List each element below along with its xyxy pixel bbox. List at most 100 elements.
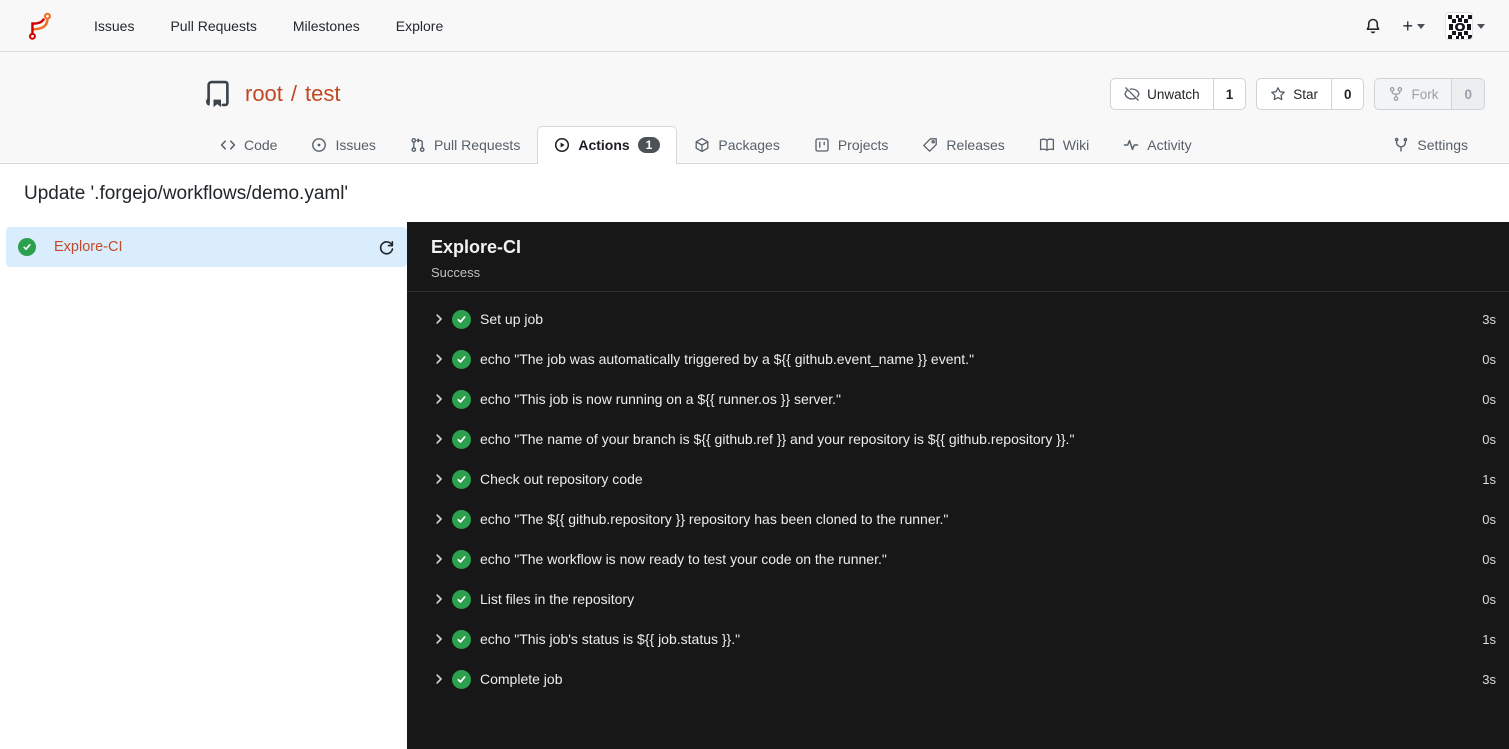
step-name: List files in the repository xyxy=(480,591,635,607)
pulse-icon xyxy=(1123,139,1139,151)
tab-label: Activity xyxy=(1147,137,1192,153)
step-row[interactable]: Complete job 3s xyxy=(407,659,1509,699)
tab-label: Releases xyxy=(946,137,1005,153)
job-item-explore-ci[interactable]: Explore-CI xyxy=(6,227,407,267)
bell-icon xyxy=(1367,18,1380,33)
repo-name-link[interactable]: test xyxy=(305,81,340,107)
chevron-right-icon xyxy=(436,514,442,524)
unwatch-button[interactable]: Unwatch 1 xyxy=(1110,78,1247,110)
nav-item-pull-requests[interactable]: Pull Requests xyxy=(156,10,270,42)
fork-button: Fork 0 xyxy=(1374,78,1485,110)
tab-wiki[interactable]: Wiki xyxy=(1022,126,1106,164)
panel-job-title: Explore-CI xyxy=(431,237,522,257)
step-row[interactable]: echo "The ${{ github.repository }} repos… xyxy=(407,499,1509,539)
success-check-icon xyxy=(452,509,471,529)
tab-code[interactable]: Code xyxy=(203,126,294,164)
chevron-right-icon xyxy=(436,434,442,444)
tab-issues[interactable]: Issues xyxy=(294,126,392,164)
step-row[interactable]: echo "The workflow is now ready to test … xyxy=(407,539,1509,579)
repo-owner-link[interactable]: root xyxy=(245,81,283,107)
tab-label: Issues xyxy=(335,137,376,153)
success-check-icon xyxy=(452,389,471,409)
tab-pull-requests[interactable]: Pull Requests xyxy=(393,126,537,164)
step-duration: 1s xyxy=(1482,631,1496,647)
step-duration: 1s xyxy=(1482,471,1496,487)
step-row[interactable]: echo "This job is now running on a ${{ r… xyxy=(407,379,1509,419)
step-name: Complete job xyxy=(480,671,563,687)
chevron-right-icon xyxy=(436,354,442,364)
success-check-icon xyxy=(452,589,471,609)
nav-item-explore[interactable]: Explore xyxy=(382,10,457,42)
repo-breadcrumb: root / test xyxy=(245,81,341,107)
star-button[interactable]: Star 0 xyxy=(1256,78,1365,110)
step-row[interactable]: echo "This job's status is ${{ job.statu… xyxy=(407,619,1509,659)
tab-settings[interactable]: Settings xyxy=(1376,126,1485,164)
watch-count[interactable]: 1 xyxy=(1212,79,1246,109)
tab-actions[interactable]: Actions 1 xyxy=(537,126,678,164)
navbar-menu: Issues Pull Requests Milestones Explore xyxy=(80,10,457,42)
forgejo-logo-icon[interactable] xyxy=(24,11,54,41)
step-row[interactable]: List files in the repository 0s xyxy=(407,579,1509,619)
success-check-icon xyxy=(452,349,471,369)
success-check-icon xyxy=(452,469,471,489)
step-row[interactable]: echo "The name of your branch is ${{ git… xyxy=(407,419,1509,459)
create-new-button[interactable]: + xyxy=(1402,17,1425,35)
step-name: echo "The workflow is now ready to test … xyxy=(480,551,887,567)
step-row[interactable]: Check out repository code 1s xyxy=(407,459,1509,499)
step-name: echo "This job is now running on a ${{ r… xyxy=(480,391,841,407)
step-duration: 0s xyxy=(1482,431,1496,447)
repo-action-buttons: Unwatch 1 Star 0 Fork 0 xyxy=(1110,78,1485,110)
tools-icon xyxy=(1395,137,1408,152)
plus-icon: + xyxy=(1402,15,1413,36)
step-name: echo "The name of your branch is ${{ git… xyxy=(480,431,1075,447)
tab-label: Settings xyxy=(1417,137,1468,153)
tab-activity[interactable]: Activity xyxy=(1106,126,1208,164)
step-duration: 3s xyxy=(1482,311,1496,327)
chevron-right-icon xyxy=(436,554,442,564)
pull-request-icon xyxy=(411,138,425,153)
fork-icon xyxy=(1390,87,1403,101)
tab-label: Projects xyxy=(837,137,889,153)
step-name: echo "The job was automatically triggere… xyxy=(480,351,975,367)
code-icon xyxy=(220,140,236,150)
repo-tab-bar: Code Issues Pull Requests Actions 1 Pack… xyxy=(0,126,1509,164)
issue-icon xyxy=(312,138,327,152)
tab-packages[interactable]: Packages xyxy=(677,126,796,164)
play-circle-icon xyxy=(555,137,570,153)
nav-item-milestones[interactable]: Milestones xyxy=(279,10,374,42)
step-name: echo "The ${{ github.repository }} repos… xyxy=(480,511,949,527)
repo-header: root / test Unwatch 1 Star 0 Fork 0 Code… xyxy=(0,52,1509,164)
tab-label: Code xyxy=(244,137,278,153)
panel-header: Explore-CI Success xyxy=(407,222,1509,292)
navbar-right: + xyxy=(1364,11,1485,40)
step-row[interactable]: echo "The job was automatically triggere… xyxy=(407,339,1509,379)
eye-slash-icon xyxy=(1124,87,1140,101)
star-count[interactable]: 0 xyxy=(1330,79,1364,109)
success-check-icon xyxy=(452,429,471,449)
job-list: Explore-CI xyxy=(0,222,407,749)
nav-item-issues[interactable]: Issues xyxy=(80,10,148,42)
chevron-down-icon xyxy=(1477,24,1485,29)
profile-menu-button[interactable] xyxy=(1445,11,1485,40)
chevron-down-icon xyxy=(1417,24,1425,29)
step-name: Set up job xyxy=(480,311,544,327)
tab-releases[interactable]: Releases xyxy=(905,126,1021,164)
chevron-right-icon xyxy=(436,634,442,644)
step-row[interactable]: Set up job 3s xyxy=(407,299,1509,339)
run-view: Explore-CI Explore-CI Success Set up job… xyxy=(0,222,1509,749)
fork-label: Fork xyxy=(1411,86,1439,102)
tab-label: Actions xyxy=(578,137,630,153)
success-check-icon xyxy=(452,549,471,569)
success-check-icon xyxy=(452,629,471,649)
run-log-panel: Explore-CI Success Set up job 3s echo "T… xyxy=(407,222,1509,749)
step-duration: 0s xyxy=(1482,351,1496,367)
success-check-icon xyxy=(452,669,471,689)
notifications-button[interactable] xyxy=(1364,17,1382,35)
package-icon xyxy=(695,137,709,153)
breadcrumb-separator: / xyxy=(290,81,298,106)
chevron-right-icon xyxy=(436,474,442,484)
tab-projects[interactable]: Projects xyxy=(797,126,906,164)
sync-icon[interactable] xyxy=(378,239,395,256)
top-navbar: Issues Pull Requests Milestones Explore … xyxy=(0,0,1509,52)
step-name: echo "This job's status is ${{ job.statu… xyxy=(480,631,741,647)
